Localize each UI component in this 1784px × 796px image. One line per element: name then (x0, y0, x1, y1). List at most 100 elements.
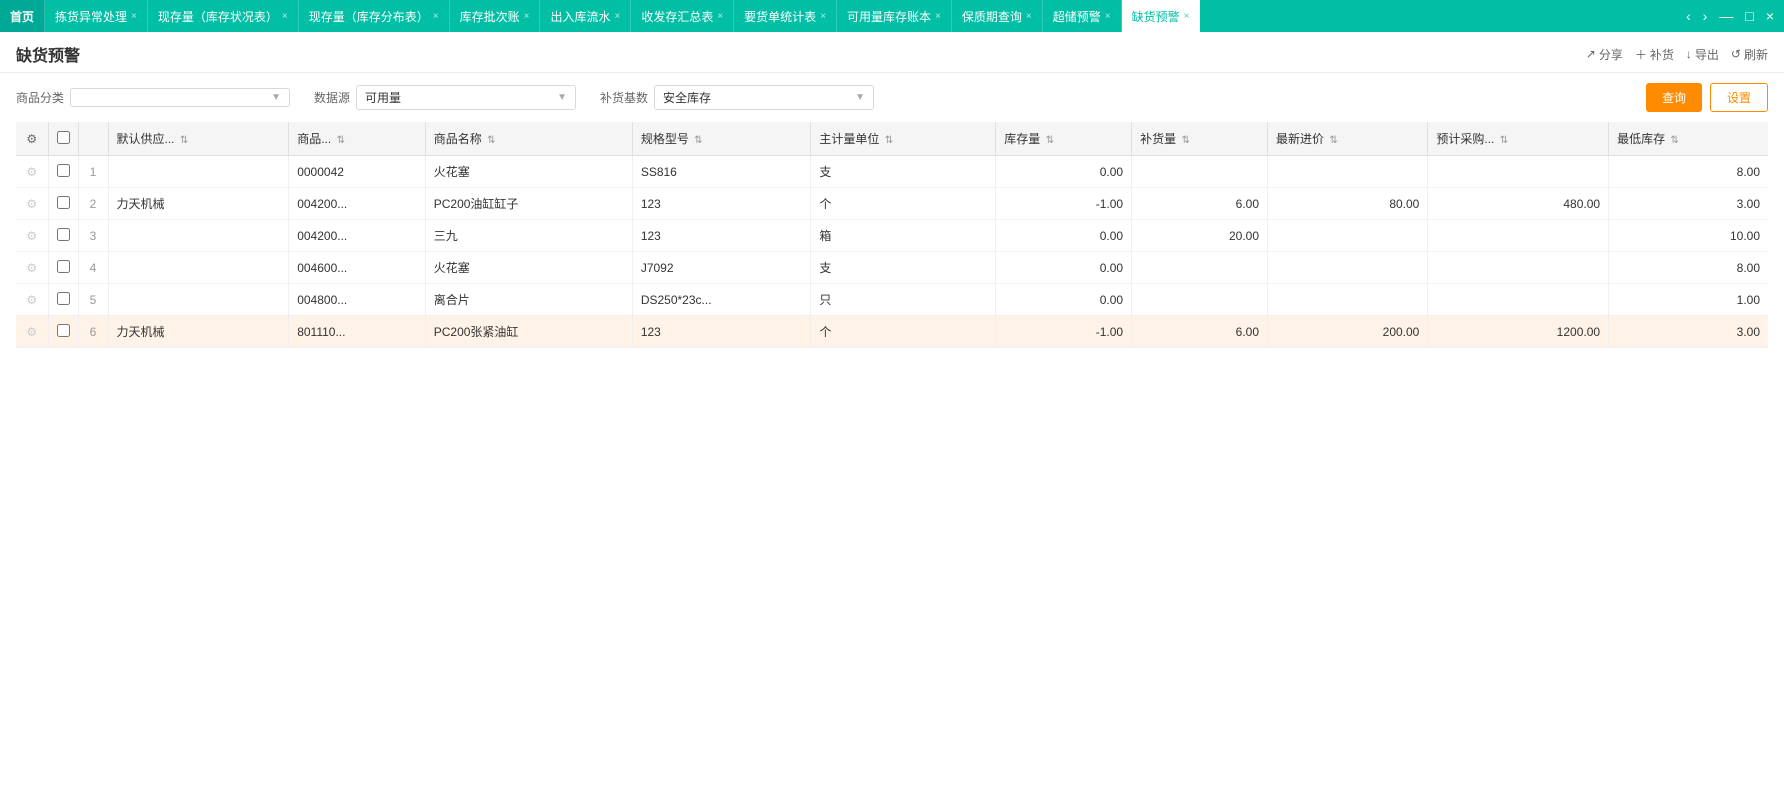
category-select[interactable]: ▼ (70, 88, 290, 107)
data-table: ⚙ 默认供应... ⇅ 商品... ⇅ 商品名称 (16, 122, 1768, 348)
page-container: 缺货预警 ↗ 分享 ＋ 补货 ↓ 导出 ↺ 刷新 商品分类 (0, 32, 1784, 796)
row-stock: -1.00 (996, 188, 1132, 220)
row-gear[interactable]: ⚙ (16, 156, 48, 188)
row-index: 3 (78, 220, 108, 252)
datasource-filter: 数据源 可用量 ▼ (314, 85, 576, 110)
row-select-checkbox[interactable] (57, 228, 70, 241)
sort-icon: ⇅ (1181, 135, 1189, 146)
col-replenish[interactable]: 补货量 ⇅ (1132, 122, 1268, 156)
chevron-down-icon: ▼ (271, 92, 281, 103)
row-spec: SS816 (632, 156, 811, 188)
row-gear[interactable]: ⚙ (16, 252, 48, 284)
nav-tab-available[interactable]: 可用量库存账本 × (837, 0, 952, 32)
close-icon[interactable]: × (131, 11, 137, 22)
window-close-icon[interactable]: × (1762, 6, 1778, 26)
col-gear[interactable]: ⚙ (16, 122, 48, 156)
close-icon[interactable]: × (282, 11, 288, 22)
row-checkbox[interactable] (48, 220, 78, 252)
window-maximize-icon[interactable]: □ (1741, 6, 1757, 26)
row-spec: 123 (632, 188, 811, 220)
row-gear[interactable]: ⚙ (16, 316, 48, 348)
gear-icon: ⚙ (26, 229, 37, 243)
col-estimated-purchase[interactable]: 预计采购... ⇅ (1428, 122, 1609, 156)
query-button[interactable]: 查询 (1646, 83, 1702, 112)
close-icon[interactable]: × (1105, 11, 1111, 22)
col-goods-code[interactable]: 商品... ⇅ (289, 122, 426, 156)
share-button[interactable]: ↗ 分享 (1586, 46, 1623, 63)
sort-icon: ⇅ (885, 135, 893, 146)
close-icon[interactable]: × (820, 11, 826, 22)
row-checkbox[interactable] (48, 284, 78, 316)
row-select-checkbox[interactable] (57, 164, 70, 177)
table-header: ⚙ 默认供应... ⇅ 商品... ⇅ 商品名称 (16, 122, 1768, 156)
row-goods-code: 004200... (289, 220, 426, 252)
col-goods-name[interactable]: 商品名称 ⇅ (425, 122, 632, 156)
refresh-icon: ↺ (1731, 47, 1741, 61)
row-min-stock: 1.00 (1609, 284, 1768, 316)
nav-tab-summary[interactable]: 收发存汇总表 × (631, 0, 734, 32)
replenish-base-select[interactable]: 安全库存 ▼ (654, 85, 874, 110)
col-min-stock[interactable]: 最低库存 ⇅ (1609, 122, 1768, 156)
row-unit: 个 (811, 316, 996, 348)
window-minimize-icon[interactable]: — (1715, 6, 1737, 26)
col-spec[interactable]: 规格型号 ⇅ (632, 122, 811, 156)
top-navigation: 首页 拣货异常处理 × 现存量（库存状况表） × 现存量（库存分布表） × 库存… (0, 0, 1784, 32)
row-min-stock: 3.00 (1609, 316, 1768, 348)
row-gear[interactable]: ⚙ (16, 220, 48, 252)
nav-tab-home[interactable]: 首页 (0, 0, 45, 32)
nav-tab-pick-exception[interactable]: 拣货异常处理 × (45, 0, 148, 32)
row-checkbox[interactable] (48, 252, 78, 284)
page-title: 缺货预警 (16, 42, 80, 66)
close-icon[interactable]: × (1026, 11, 1032, 22)
page-header: 缺货预警 ↗ 分享 ＋ 补货 ↓ 导出 ↺ 刷新 (0, 32, 1784, 73)
close-icon[interactable]: × (935, 11, 941, 22)
row-min-stock: 3.00 (1609, 188, 1768, 220)
nav-tab-expiry[interactable]: 保质期查询 × (952, 0, 1043, 32)
nav-tab-overstock[interactable]: 超储预警 × (1043, 0, 1122, 32)
export-button[interactable]: ↓ 导出 (1686, 46, 1719, 63)
replenish-button[interactable]: ＋ 补货 (1635, 46, 1674, 63)
settings-button[interactable]: 设置 (1710, 83, 1768, 112)
row-select-checkbox[interactable] (57, 260, 70, 273)
row-replenish: 20.00 (1132, 220, 1268, 252)
close-icon[interactable]: × (433, 11, 439, 22)
replenish-base-filter: 补货基数 安全库存 ▼ (600, 85, 874, 110)
close-icon[interactable]: × (1184, 11, 1190, 22)
col-supplier[interactable]: 默认供应... ⇅ (108, 122, 289, 156)
row-select-checkbox[interactable] (57, 324, 70, 337)
nav-tab-shortage[interactable]: 缺货预警 × (1122, 0, 1201, 32)
row-select-checkbox[interactable] (57, 292, 70, 305)
nav-tab-flow[interactable]: 出入库流水 × (540, 0, 631, 32)
col-stock[interactable]: 库存量 ⇅ (996, 122, 1132, 156)
nav-prev-icon[interactable]: ‹ (1682, 6, 1695, 26)
gear-icon: ⚙ (26, 293, 37, 307)
col-latest-price[interactable]: 最新进价 ⇅ (1268, 122, 1428, 156)
datasource-select[interactable]: 可用量 ▼ (356, 85, 576, 110)
nav-next-icon[interactable]: › (1699, 6, 1712, 26)
row-checkbox[interactable] (48, 188, 78, 220)
nav-tab-batch[interactable]: 库存批次账 × (450, 0, 541, 32)
row-checkbox[interactable] (48, 156, 78, 188)
row-latest-price (1268, 220, 1428, 252)
row-checkbox[interactable] (48, 316, 78, 348)
gear-icon[interactable]: ⚙ (26, 132, 37, 146)
close-icon[interactable]: × (717, 11, 723, 22)
row-index: 4 (78, 252, 108, 284)
close-icon[interactable]: × (524, 11, 530, 22)
row-goods-code: 004200... (289, 188, 426, 220)
row-latest-price (1268, 156, 1428, 188)
row-gear[interactable]: ⚙ (16, 284, 48, 316)
row-spec: DS250*23c... (632, 284, 811, 316)
category-label: 商品分类 (16, 89, 64, 106)
select-all-checkbox[interactable] (57, 131, 70, 144)
nav-tab-stock-status[interactable]: 现存量（库存状况表） × (148, 0, 299, 32)
nav-tab-stock-dist[interactable]: 现存量（库存分布表） × (299, 0, 450, 32)
row-select-checkbox[interactable] (57, 196, 70, 209)
close-icon[interactable]: × (614, 11, 620, 22)
col-unit[interactable]: 主计量单位 ⇅ (811, 122, 996, 156)
row-gear[interactable]: ⚙ (16, 188, 48, 220)
table-row: ⚙ 4 004600... 火花塞 J7092 支 0.00 8.00 (16, 252, 1768, 284)
chevron-down-icon: ▼ (557, 92, 567, 103)
nav-tab-order-stats[interactable]: 要货单统计表 × (734, 0, 837, 32)
refresh-button[interactable]: ↺ 刷新 (1731, 46, 1768, 63)
